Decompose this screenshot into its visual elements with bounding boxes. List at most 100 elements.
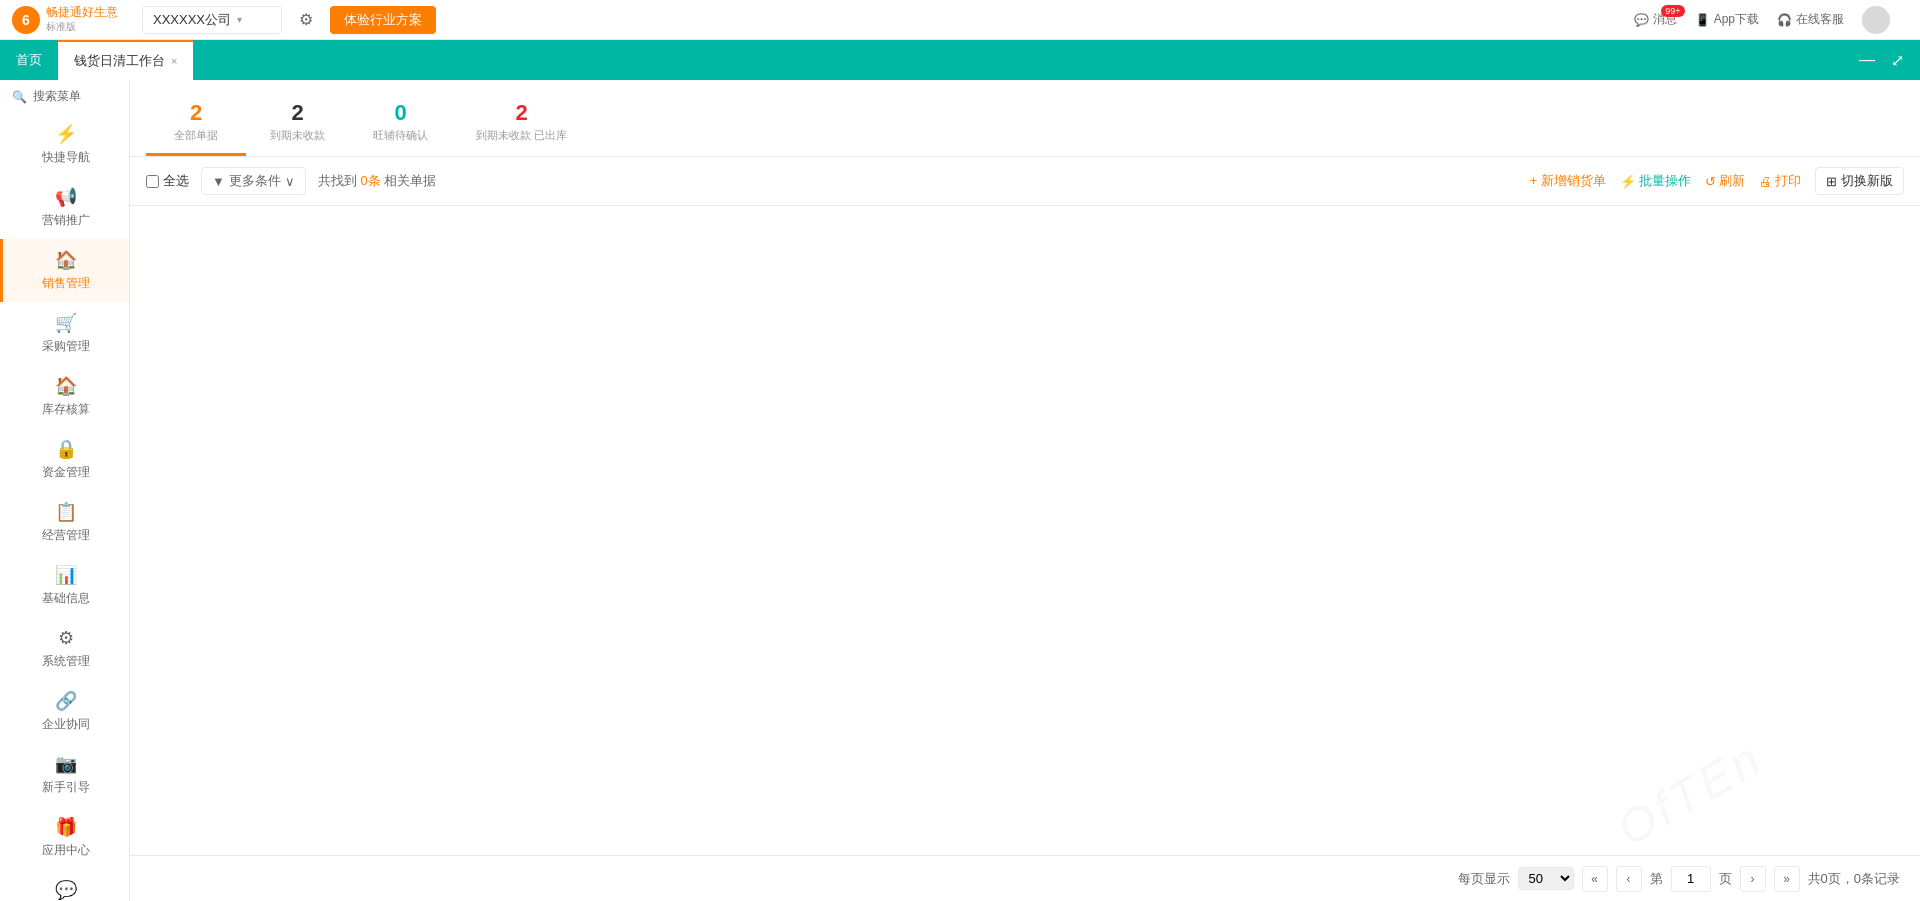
maximize-icon[interactable]: ⤢: [1887, 47, 1908, 74]
page-number-input[interactable]: [1671, 866, 1711, 892]
toolbar-right: + 新增销货单 ⚡ 批量操作 ↺ 刷新 🖨 打印 ⊞ 切换新版: [1530, 167, 1904, 195]
online-service-button[interactable]: 🎧 在线客服: [1777, 11, 1844, 28]
sidebar-item-marketing[interactable]: 📢 营销推广: [0, 176, 129, 239]
stat-label-pending: 旺辅待确认: [373, 128, 428, 143]
stat-tab-all[interactable]: 2 全部单据: [146, 92, 246, 156]
sidebar-item-operations[interactable]: 📋 经营管理: [0, 491, 129, 554]
batch-icon: ⚡: [1620, 174, 1636, 189]
filter-button[interactable]: ▼ 更多条件 ∨: [201, 167, 306, 195]
trial-button[interactable]: 体验行业方案: [330, 6, 436, 34]
search-menu-label: 搜索菜单: [33, 88, 81, 105]
stat-label-overdue: 到期未收款: [270, 128, 325, 143]
sidebar-label-enterprise-coop: 企业协同: [42, 716, 90, 733]
sidebar-item-enterprise-coop[interactable]: 🔗 企业协同: [0, 680, 129, 743]
chevron-down-icon: ▾: [237, 14, 242, 25]
sidebar-item-sales[interactable]: 🏠 销售管理: [0, 239, 129, 302]
sidebar-item-system[interactable]: ⚙ 系统管理: [0, 617, 129, 680]
add-sales-button[interactable]: + 新增销货单: [1530, 172, 1606, 190]
sidebar-item-inventory[interactable]: 🏠 库存核算: [0, 365, 129, 428]
stat-tab-shipped[interactable]: 2 到期未收款 已出库: [452, 92, 591, 156]
message-badge: 99+: [1661, 5, 1684, 17]
stat-label-shipped: 到期未收款 已出库: [476, 128, 567, 143]
sidebar-item-app-center[interactable]: 🎁 应用中心: [0, 806, 129, 869]
next-page-button[interactable]: ›: [1740, 866, 1766, 892]
content-area: 2 全部单据 2 到期未收款 0 旺辅待确认 2 到期未收款 已出库 全选: [130, 80, 1920, 901]
finance-icon: 🔒: [55, 438, 77, 460]
minimize-icon[interactable]: —: [1855, 47, 1879, 73]
close-tab-icon[interactable]: ×: [171, 55, 177, 67]
prev-page-button[interactable]: ‹: [1616, 866, 1642, 892]
sidebar-search[interactable]: 🔍 搜索菜单: [0, 80, 129, 113]
message-icon: 💬: [1634, 13, 1649, 27]
select-all-checkbox[interactable]: 全选: [146, 172, 189, 190]
nav-tabs-bar: 首页 钱货日清工作台 × — ⤢: [0, 40, 1920, 80]
print-icon: 🖨: [1759, 174, 1772, 189]
last-page-button[interactable]: »: [1774, 866, 1800, 892]
first-page-button[interactable]: «: [1582, 866, 1608, 892]
per-page-select[interactable]: 50 20 100: [1518, 867, 1574, 890]
chevron-icon: ∨: [285, 174, 295, 189]
found-prefix: 共找到: [318, 173, 357, 188]
batch-operation-button[interactable]: ⚡ 批量操作: [1620, 172, 1691, 190]
online-service-label: 在线客服: [1796, 11, 1844, 28]
top-right-area: 💬 消息 99+ 📱 App下载 🎧 在线客服: [1634, 6, 1908, 34]
stat-tab-pending[interactable]: 0 旺辅待确认: [349, 92, 452, 156]
switch-version-button[interactable]: ⊞ 切换新版: [1815, 167, 1904, 195]
sidebar-item-finance[interactable]: 🔒 资金管理: [0, 428, 129, 491]
stat-num-pending: 0: [394, 100, 406, 126]
batch-label: 批量操作: [1639, 172, 1691, 190]
stat-tab-overdue[interactable]: 2 到期未收款: [246, 92, 349, 156]
refresh-button[interactable]: ↺ 刷新: [1705, 172, 1745, 190]
main-layout: 🔍 搜索菜单 ⚡ 快捷导航 📢 营销推广 🏠 销售管理 🛒 采购管理 🏠 库存核…: [0, 80, 1920, 901]
purchase-icon: 🛒: [55, 312, 77, 334]
sidebar-label-app-center: 应用中心: [42, 842, 90, 859]
pagination-bar: 每页显示 50 20 100 « ‹ 第 页 › » 共0页，0条记录: [130, 855, 1920, 901]
search-icon: 🔍: [12, 90, 27, 104]
sidebar-label-inventory: 库存核算: [42, 401, 90, 418]
app-badge: 标准版: [46, 20, 118, 34]
app-download-button[interactable]: 📱 App下载: [1695, 11, 1759, 28]
page-suffix-label: 页: [1719, 870, 1732, 888]
toolbar: 全选 ▼ 更多条件 ∨ 共找到 0条 相关单据 + 新增销货单 ⚡ 批量操作 ↺: [130, 157, 1920, 206]
settings-button[interactable]: ⚙: [292, 6, 320, 34]
sidebar-label-purchase: 采购管理: [42, 338, 90, 355]
sales-icon: 🏠: [55, 249, 77, 271]
total-records-label: 共0页，0条记录: [1808, 870, 1900, 888]
sidebar-label-system: 系统管理: [42, 653, 90, 670]
company-selector[interactable]: XXXXXX公司 ▾: [142, 6, 282, 34]
operations-icon: 📋: [55, 501, 77, 523]
enterprise-wechat-icon: 💬: [55, 879, 77, 901]
found-count: 0条: [361, 173, 381, 188]
tab-workbench[interactable]: 钱货日清工作台 ×: [58, 40, 193, 80]
sidebar-item-quick-nav[interactable]: ⚡ 快捷导航: [0, 113, 129, 176]
refresh-icon: ↺: [1705, 174, 1716, 189]
switch-label: 切换新版: [1841, 172, 1893, 190]
sidebar-label-basic-info: 基础信息: [42, 590, 90, 607]
select-all-input[interactable]: [146, 175, 159, 188]
table-area: [130, 206, 1920, 855]
sidebar-label-operations: 经营管理: [42, 527, 90, 544]
sidebar-label-newbie-guide: 新手引导: [42, 779, 90, 796]
stat-num-overdue: 2: [291, 100, 303, 126]
avatar[interactable]: [1862, 6, 1890, 34]
sidebar-label-marketing: 营销推广: [42, 212, 90, 229]
tab-home-label: 首页: [16, 51, 42, 69]
stat-num-shipped: 2: [515, 100, 527, 126]
phone-icon: 📱: [1695, 13, 1710, 27]
sidebar-item-enterprise-wechat[interactable]: 💬 企业微信: [0, 869, 129, 901]
sidebar-item-newbie-guide[interactable]: 📷 新手引导: [0, 743, 129, 806]
found-suffix: 相关单据: [384, 173, 436, 188]
logo-area: 6 畅捷通好生意 标准版: [12, 5, 142, 35]
marketing-icon: 📢: [55, 186, 77, 208]
sidebar-item-basic-info[interactable]: 📊 基础信息: [0, 554, 129, 617]
app-download-label: App下载: [1714, 11, 1759, 28]
tab-home[interactable]: 首页: [0, 40, 58, 80]
stat-num-all: 2: [190, 100, 202, 126]
message-button[interactable]: 💬 消息 99+: [1634, 11, 1677, 28]
print-button[interactable]: 🖨 打印: [1759, 172, 1801, 190]
sidebar-item-purchase[interactable]: 🛒 采购管理: [0, 302, 129, 365]
filter-icon: ▼: [212, 174, 225, 189]
basic-info-icon: 📊: [55, 564, 77, 586]
nav-tab-actions: — ⤢: [1855, 47, 1920, 74]
headset-icon: 🎧: [1777, 13, 1792, 27]
